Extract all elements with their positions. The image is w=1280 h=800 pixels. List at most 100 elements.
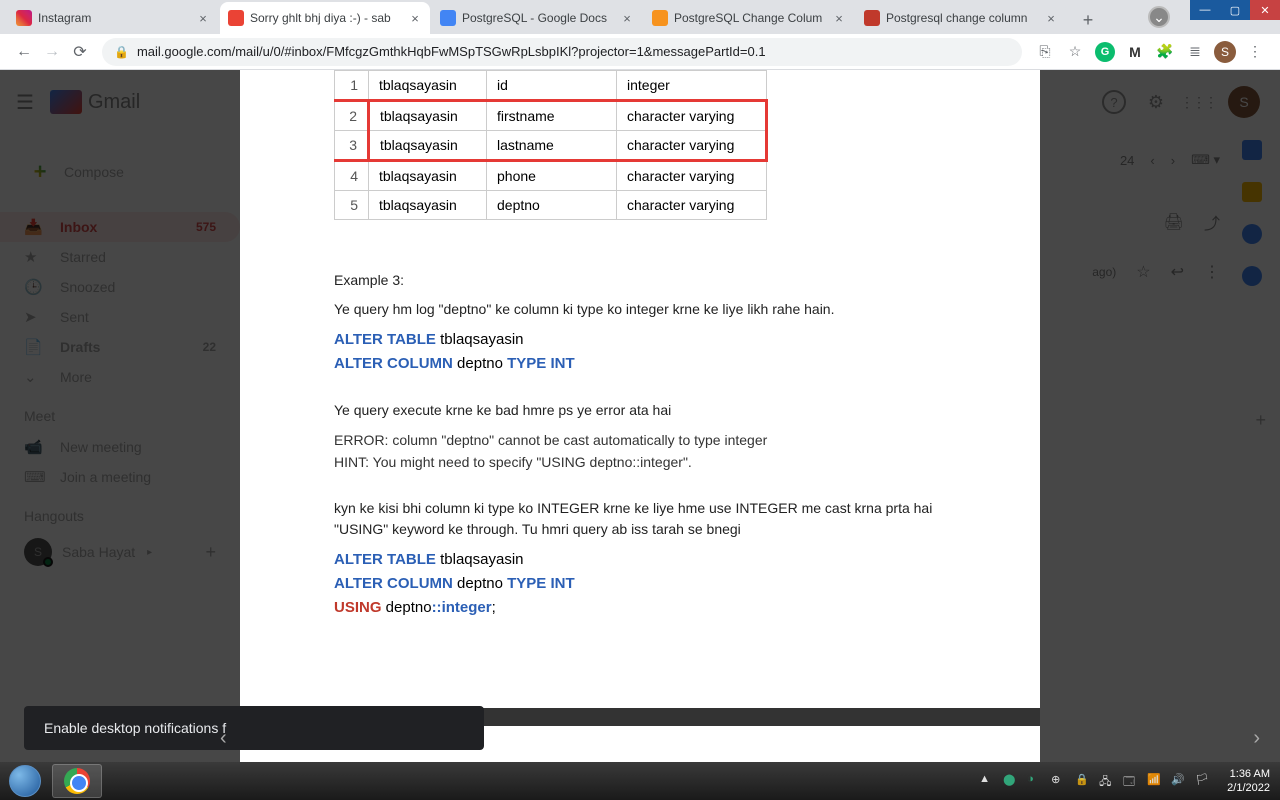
error-line: ERROR: column "deptno" cannot be cast au… [334,429,946,451]
docs-icon [440,10,456,26]
cell-table: tblaqsayasin [369,161,487,191]
window-minimize-button[interactable]: — [1190,0,1220,20]
doc-paragraph: kyn ke kisi bhi column ki type ko INTEGE… [334,498,946,540]
table-row: 4 tblaqsayasin phone character varying [335,161,767,191]
tab-title: PostgreSQL Change Colum [674,11,826,25]
sql-code-block: ALTER TABLE tblaqsayasin ALTER COLUMN de… [334,328,946,376]
extensions-puzzle-icon[interactable]: 🧩 [1153,40,1177,64]
cell-column: lastname [487,131,617,161]
row-number: 3 [335,131,369,161]
system-tray: ▲ ⬤ ◑ ⊕ 🔒 🖧 🗔 📶 🔊 🏳 1:36 AM 2/1/2022 [979,767,1280,796]
tab-title: PostgreSQL - Google Docs [462,11,614,25]
system-clock[interactable]: 1:36 AM 2/1/2022 [1219,767,1270,796]
tray-icon[interactable]: 🔒 [1075,773,1091,789]
browser-tab-strip: Instagram × Sorry ghlt bhj diya :-) - sa… [0,0,1280,34]
volume-icon[interactable]: 🔊 [1171,773,1187,789]
taskbar-chrome[interactable] [52,764,102,798]
table-row: 2 tblaqsayasin firstname character varyi… [335,101,767,131]
sql-code-block: ALTER TABLE tblaqsayasin ALTER COLUMN de… [334,548,946,620]
clock-date: 2/1/2022 [1227,781,1270,795]
example-heading: Example 3: [334,270,946,291]
url-input[interactable]: 🔒 mail.google.com/mail/u/0/#inbox/FMfcgz… [102,38,1022,66]
tray-icon[interactable]: ◑ [1027,773,1043,789]
close-icon[interactable]: × [1044,11,1058,25]
url-text: mail.google.com/mail/u/0/#inbox/FMfcgzGm… [137,44,766,59]
bookmark-star-button[interactable]: ☆ [1063,40,1087,64]
network-icon[interactable]: 📶 [1147,773,1163,789]
tray-icon[interactable]: 🗔 [1123,773,1139,789]
new-tab-button[interactable]: + [1074,6,1102,34]
lock-icon: 🔒 [114,45,129,59]
clock-time: 1:36 AM [1227,767,1270,781]
forward-button[interactable]: → [38,38,66,66]
attachment-preview-panel: 1 tblaqsayasin id integer 2 tblaqsayasin… [240,70,1040,762]
close-icon[interactable]: × [196,11,210,25]
cell-column: phone [487,161,617,191]
flag-icon[interactable]: 🏳 [1195,773,1211,789]
cell-table: tblaqsayasin [369,191,487,220]
tab-postgresql-column[interactable]: Postgresql change column × [856,2,1066,34]
cell-column: deptno [487,191,617,220]
cell-type: integer [617,71,767,101]
cell-table: tblaqsayasin [369,101,487,131]
table-row: 3 tblaqsayasin lastname character varyin… [335,131,767,161]
row-number: 1 [335,71,369,101]
notification-toast[interactable]: Enable desktop notifications f [24,706,484,750]
tab-gmail-active[interactable]: Sorry ghlt bhj diya :-) - sab × [220,2,430,34]
cell-column: id [487,71,617,101]
hint-line: HINT: You might need to specify "USING d… [334,451,946,473]
close-icon[interactable]: × [408,11,422,25]
table-row: 1 tblaqsayasin id integer [335,71,767,101]
window-close-button[interactable]: ✕ [1250,0,1280,20]
error-output-block: ERROR: column "deptno" cannot be cast au… [334,429,946,474]
row-number: 5 [335,191,369,220]
next-attachment-button[interactable]: › [1253,727,1260,750]
cell-table: tblaqsayasin [369,131,487,161]
generic-favicon [652,10,668,26]
table-row: 5 tblaqsayasin deptno character varying [335,191,767,220]
tab-title: Postgresql change column [886,11,1038,25]
profile-avatar-button[interactable]: S [1213,40,1237,64]
tab-title: Instagram [38,11,190,25]
cell-column: firstname [487,101,617,131]
row-number: 4 [335,161,369,191]
address-bar: ← → ⟳ 🔒 mail.google.com/mail/u/0/#inbox/… [0,34,1280,70]
doc-paragraph: Ye query execute krne ke bad hmre ps ye … [334,400,946,421]
windows-taskbar: ▲ ⬤ ◑ ⊕ 🔒 🖧 🗔 📶 🔊 🏳 1:36 AM 2/1/2022 [0,762,1280,800]
start-button[interactable] [0,762,50,800]
reading-list-icon[interactable]: ≣ [1183,40,1207,64]
tab-google-docs[interactable]: PostgreSQL - Google Docs × [432,2,642,34]
tray-icon[interactable]: 🖧 [1099,773,1115,789]
cell-type: character varying [617,161,767,191]
windows-orb-icon [9,765,41,797]
doc-paragraph: Ye query hm log "deptno" ke column ki ty… [334,299,946,320]
tab-instagram[interactable]: Instagram × [8,2,218,34]
grammarly-extension-icon[interactable]: G [1093,40,1117,64]
close-icon[interactable]: × [620,11,634,25]
cell-type: character varying [617,101,767,131]
share-button[interactable]: ⎘ [1033,40,1057,64]
back-button[interactable]: ← [10,38,38,66]
chrome-icon [64,768,90,794]
close-icon[interactable]: × [832,11,846,25]
extension-icon[interactable]: M [1123,40,1147,64]
tab-title: Sorry ghlt bhj diya :-) - sab [250,11,402,25]
chrome-menu-button[interactable]: ⋮ [1243,40,1267,64]
instagram-icon [16,10,32,26]
tray-icon[interactable]: ⬤ [1003,773,1019,789]
tray-icon[interactable]: ⊕ [1051,773,1067,789]
row-number: 2 [335,101,369,131]
reload-button[interactable]: ⟳ [66,38,94,66]
tab-postgresql-change[interactable]: PostgreSQL Change Colum × [644,2,854,34]
gmail-icon [228,10,244,26]
window-maximize-button[interactable]: ▢ [1220,0,1250,20]
cell-type: character varying [617,131,767,161]
cell-type: character varying [617,191,767,220]
profile-chip[interactable]: ⌄ [1148,6,1170,28]
cell-table: tblaqsayasin [369,71,487,101]
prev-attachment-button[interactable]: ‹ [220,727,227,750]
tray-overflow-icon[interactable]: ▲ [979,773,995,789]
db-schema-table: 1 tblaqsayasin id integer 2 tblaqsayasin… [334,70,768,220]
generic-favicon [864,10,880,26]
chevron-down-icon: ⌄ [1153,9,1165,26]
